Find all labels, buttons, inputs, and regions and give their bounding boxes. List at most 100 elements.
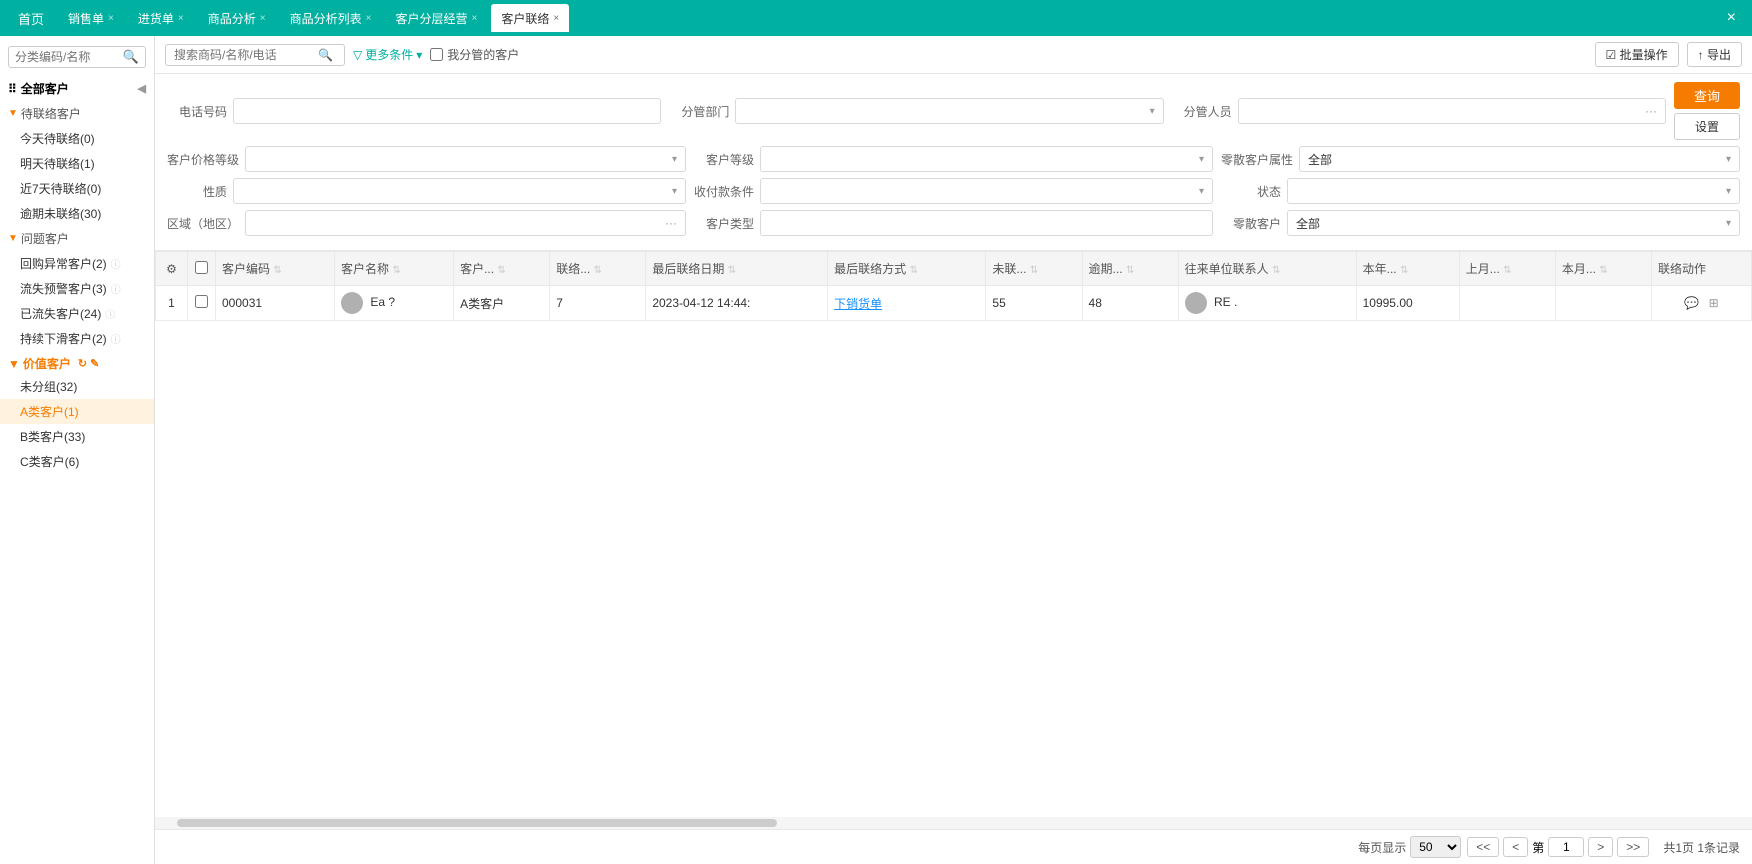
message-icon[interactable]: 💬 (1684, 296, 1699, 310)
search-input[interactable] (174, 48, 314, 62)
home-tab[interactable]: 首页 (8, 9, 54, 28)
sidebar-search-input[interactable] (15, 50, 123, 64)
sidebar-item-class-b[interactable]: B类客户(33) (0, 424, 154, 449)
col-settings[interactable]: ⚙ (156, 252, 188, 286)
col-uncontacted[interactable]: 未联... ⇅ (986, 252, 1082, 286)
field-status-select[interactable]: ▾ (1287, 178, 1740, 204)
edit-icon[interactable]: ✎ (90, 357, 99, 370)
nature-dropdown-icon: ▾ (672, 186, 677, 197)
sidebar-item-class-c[interactable]: C类客户(6) (0, 449, 154, 474)
region-more-icon[interactable]: ··· (665, 216, 677, 230)
sidebar-item-churn-warning[interactable]: 流失预警客户(3) ⓘ (0, 276, 154, 301)
col-contact[interactable]: 联络... ⇅ (550, 252, 646, 286)
all-customers-header[interactable]: ⠿ 全部客户 ◀ (0, 76, 154, 101)
col-customer-name[interactable]: 客户名称 ⇅ (335, 252, 454, 286)
sidebar-item-7day-contact[interactable]: 近7天待联络(0) (0, 176, 154, 201)
scrollbar-thumb[interactable] (177, 819, 777, 827)
tab-customer-segment[interactable]: 客户分层经营 × (385, 4, 487, 32)
col-last-date[interactable]: 最后联络日期 ⇅ (646, 252, 828, 286)
field-price-level-label: 客户价格等级 (167, 151, 239, 168)
col-last-month[interactable]: 上月... ⇅ (1459, 252, 1555, 286)
horizontal-scrollbar[interactable] (155, 817, 1752, 829)
my-customers-checkbox[interactable]: 我分管的客户 (430, 46, 519, 63)
tab-customer-contact[interactable]: 客户联络 × (491, 4, 569, 32)
close-purchase-order-icon[interactable]: × (178, 13, 184, 24)
sidebar-item-churned[interactable]: 已流失客户(24) ⓘ (0, 301, 154, 326)
prev-page-button[interactable]: < (1503, 837, 1528, 857)
sidebar-item-repurchase-abnormal[interactable]: 回购异常客户(2) ⓘ (0, 251, 154, 276)
field-nature-select[interactable]: ▾ (233, 178, 686, 204)
next-page-button[interactable]: > (1588, 837, 1613, 857)
field-retail-select[interactable]: 全部 ▾ (1287, 210, 1740, 236)
sidebar-search-field[interactable]: 🔍 (8, 46, 146, 68)
row-checkbox[interactable] (195, 295, 208, 308)
batch-operation-button[interactable]: ☑ 批量操作 (1595, 42, 1679, 67)
sidebar-collapse-icon[interactable]: ◀ (138, 82, 146, 95)
field-dept-select[interactable]: ▾ (735, 98, 1163, 124)
field-customer-level-select[interactable]: ▾ (760, 146, 1213, 172)
sidebar-item-today-contact[interactable]: 今天待联络(0) (0, 126, 154, 151)
page-size-select[interactable]: 20 50 100 (1410, 836, 1461, 858)
group-value-customers[interactable]: ▼ 价值客户 ↻ ✎ (0, 351, 154, 374)
field-retail-attr-select[interactable]: 全部 ▾ (1299, 146, 1740, 172)
col-year-amount[interactable]: 本年... ⇅ (1356, 252, 1459, 286)
group-pending-contact[interactable]: ▼ 待联络客户 (0, 101, 154, 126)
sidebar-item-tomorrow-contact[interactable]: 明天待联络(1) (0, 151, 154, 176)
row-checkbox-cell[interactable] (188, 286, 216, 321)
field-dept-label: 分管部门 (669, 103, 729, 120)
close-customer-contact-icon[interactable]: × (553, 13, 559, 24)
field-customer-type-label: 客户类型 (694, 215, 754, 232)
col-customer-type[interactable]: 客户... ⇅ (454, 252, 550, 286)
retail-attr-dropdown-icon: ▾ (1726, 154, 1731, 165)
field-status: 状态 ▾ (1221, 178, 1740, 204)
close-product-analysis-list-icon[interactable]: × (366, 13, 372, 24)
close-sales-order-icon[interactable]: × (108, 13, 114, 24)
form-action-buttons: 查询 设置 (1674, 82, 1740, 140)
query-button[interactable]: 查询 (1674, 82, 1740, 109)
field-price-level-select[interactable]: ▾ (245, 146, 686, 172)
group-problem-customers[interactable]: ▼ 问题客户 (0, 226, 154, 251)
field-phone-input[interactable] (233, 98, 661, 124)
refresh-icon[interactable]: ↻ (78, 357, 87, 370)
col-contact-person[interactable]: 往来单位联系人 ⇅ (1178, 252, 1356, 286)
page-label: 第 (1532, 839, 1544, 856)
sidebar-item-declining[interactable]: 持续下滑客户(2) ⓘ (0, 326, 154, 351)
sort-last-month-icon: ⇅ (1503, 265, 1511, 276)
field-payment-select[interactable]: ▾ (760, 178, 1213, 204)
tab-purchase-order[interactable]: 进货单 × (128, 4, 194, 32)
col-action[interactable]: 联络动作 (1652, 252, 1752, 286)
sidebar-item-overdue-contact[interactable]: 逾期未联络(30) (0, 201, 154, 226)
field-region-input[interactable]: ··· (245, 210, 686, 236)
field-customer-type-input[interactable] (760, 210, 1213, 236)
last-page-button[interactable]: >> (1617, 837, 1649, 857)
row-action[interactable]: 💬 ⊞ (1652, 286, 1752, 321)
page-input[interactable] (1548, 837, 1584, 857)
field-manager-input[interactable]: ··· (1238, 98, 1666, 124)
sidebar-item-class-a[interactable]: A类客户(1) (0, 399, 154, 424)
field-customer-level-label: 客户等级 (694, 151, 754, 168)
close-product-analysis-icon[interactable]: × (260, 13, 266, 24)
more-conditions-btn[interactable]: ▽ 更多条件 ▾ (353, 46, 422, 63)
tab-product-analysis[interactable]: 商品分析 × (198, 4, 276, 32)
top-navigation: 首页 销售单 × 进货单 × 商品分析 × 商品分析列表 × 客户分层经营 × … (0, 0, 1752, 36)
export-button[interactable]: ↑ 导出 (1687, 42, 1742, 67)
col-last-method[interactable]: 最后联络方式 ⇅ (828, 252, 986, 286)
row-last-method[interactable]: 下销货单 (828, 286, 986, 321)
settings-button[interactable]: 设置 (1674, 113, 1740, 140)
sidebar-item-ungrouped[interactable]: 未分组(32) (0, 374, 154, 399)
tab-sales-order[interactable]: 销售单 × (58, 4, 124, 32)
qr-icon[interactable]: ⊞ (1709, 296, 1719, 310)
search-field[interactable]: 🔍 (165, 44, 345, 66)
row-overdue: 48 (1082, 286, 1178, 321)
select-all-checkbox[interactable] (195, 261, 208, 274)
more-icon[interactable]: ··· (1645, 104, 1657, 118)
my-customers-check-input[interactable] (430, 48, 443, 61)
close-customer-segment-icon[interactable]: × (471, 13, 477, 24)
first-page-button[interactable]: << (1467, 837, 1499, 857)
col-checkbox[interactable] (188, 252, 216, 286)
col-this-month[interactable]: 本月... ⇅ (1555, 252, 1651, 286)
col-customer-code[interactable]: 客户编码 ⇅ (216, 252, 335, 286)
window-close-icon[interactable]: × (1719, 9, 1744, 26)
tab-product-analysis-list[interactable]: 商品分析列表 × (280, 4, 382, 32)
col-overdue[interactable]: 逾期... ⇅ (1082, 252, 1178, 286)
